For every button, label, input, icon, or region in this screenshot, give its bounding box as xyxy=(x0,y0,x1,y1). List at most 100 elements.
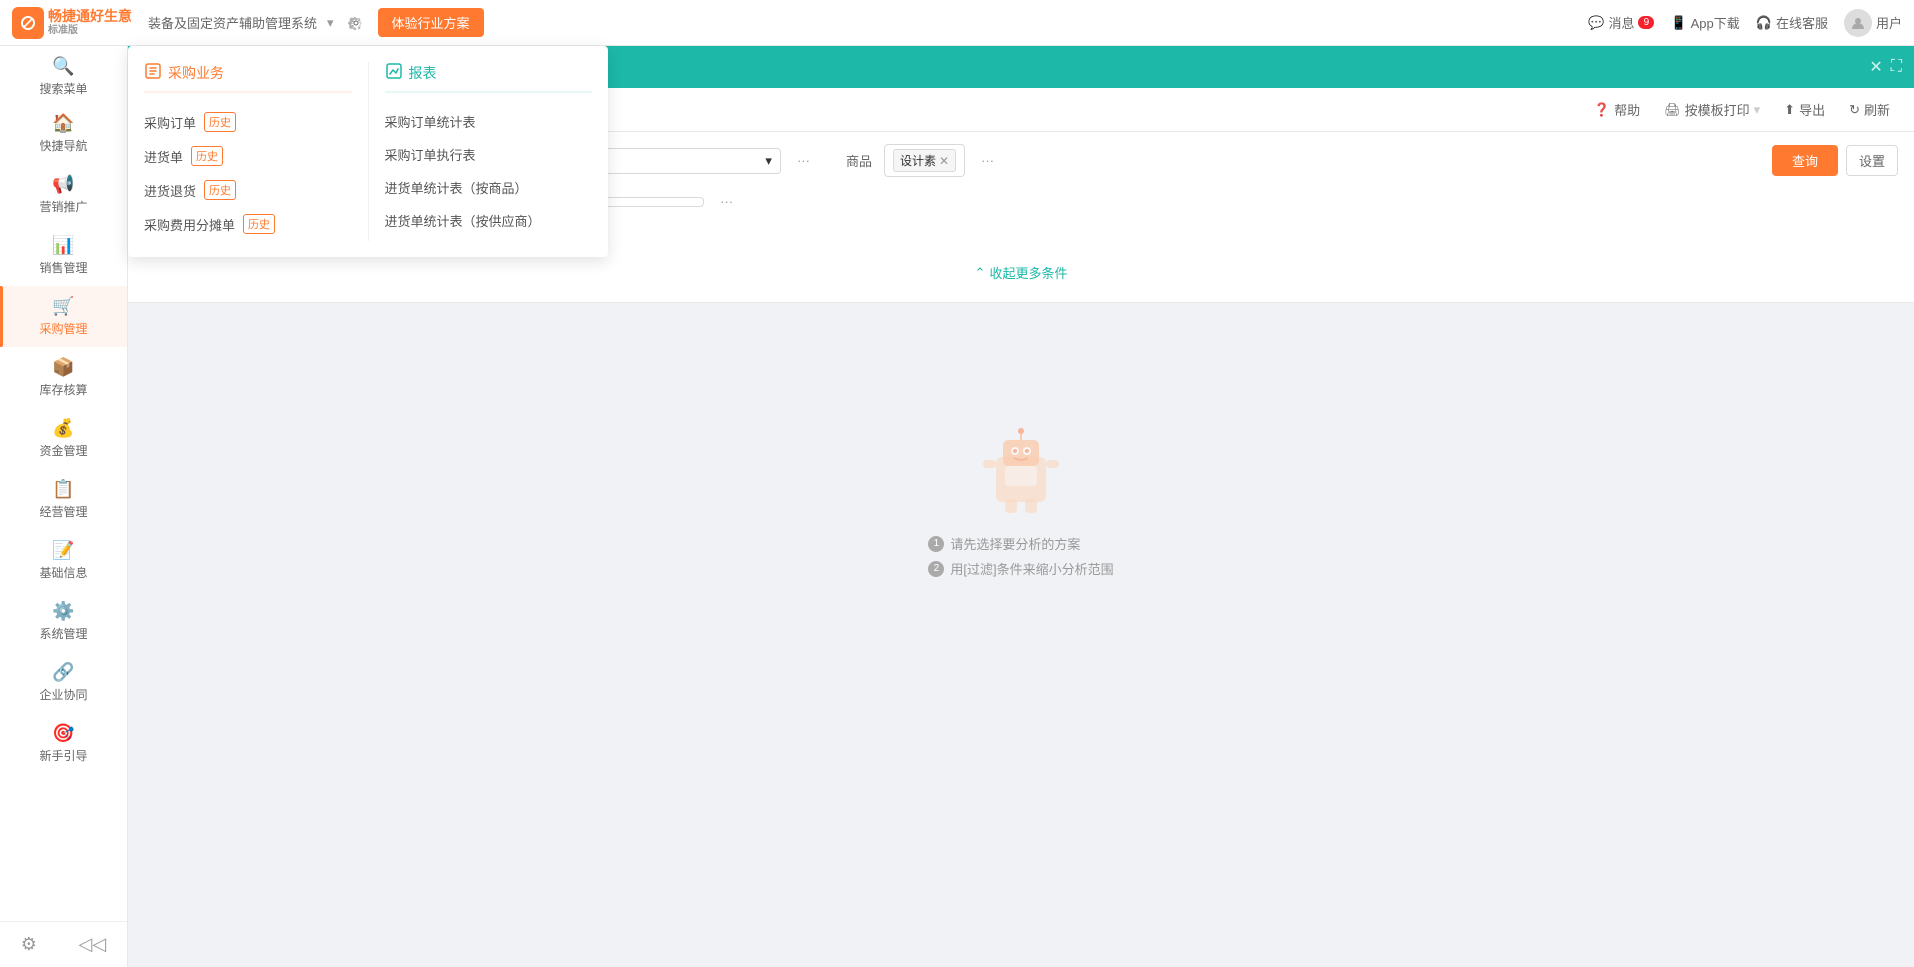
empty-state: 1 请先选择要分析的方案 2 用[过滤]条件来缩小分析范围 xyxy=(128,303,1914,703)
user-label: 用户 xyxy=(1876,13,1902,32)
print-arrow-icon[interactable]: ▾ xyxy=(1754,102,1761,118)
empty-hints: 1 请先选择要分析的方案 2 用[过滤]条件来缩小分析范围 xyxy=(928,534,1113,584)
export-button[interactable]: ⬆ 导出 xyxy=(1776,96,1833,123)
refresh-button[interactable]: ↻ 刷新 xyxy=(1841,96,1898,123)
sidebar-item-system[interactable]: ⚙️ 系统管理 xyxy=(0,591,127,652)
tab-expand-button[interactable]: ⛶ xyxy=(1891,58,1902,76)
sidebar-item-finance[interactable]: 💰 资金管理 xyxy=(0,408,127,469)
system-icon: ⚙️ xyxy=(52,601,74,622)
print-icon: 🖨 xyxy=(1664,102,1681,118)
refresh-label: 刷新 xyxy=(1864,100,1890,119)
menu-item-receipt-by-goods-label: 进货单统计表（按商品） xyxy=(385,178,528,197)
sidebar-item-guide[interactable]: 🎯 新手引导 xyxy=(0,713,127,774)
empty-illustration xyxy=(961,422,1081,522)
sidebar-item-inventory[interactable]: 📦 库存核算 xyxy=(0,347,127,408)
menu-item-order-exec[interactable]: 采购订单执行表 xyxy=(385,138,593,171)
menu-item-order-stats[interactable]: 采购订单统计表 xyxy=(385,105,593,138)
menu-item-purchase-order-label: 采购订单 xyxy=(144,113,196,132)
empty-hint-1: 1 请先选择要分析的方案 xyxy=(928,534,1113,553)
operation-icon: 📋 xyxy=(52,479,74,500)
user-avatar xyxy=(1844,9,1872,37)
print-button[interactable]: 🖨 按模板打印 ▾ xyxy=(1656,96,1768,123)
industry-button[interactable]: 体验行业方案 xyxy=(378,8,484,37)
purchase-cost-badge: 历史 xyxy=(243,214,275,234)
help-button[interactable]: ❓ 帮助 xyxy=(1586,96,1648,123)
user-button[interactable]: 用户 xyxy=(1844,9,1902,37)
menu-divider xyxy=(368,62,369,241)
settings-footer-button[interactable]: ⚙ xyxy=(21,934,37,955)
purchase-receipt-badge: 历史 xyxy=(191,146,223,166)
goods-tag-close-icon[interactable]: ✕ xyxy=(939,154,949,168)
sidebar-item-operation[interactable]: 📋 经营管理 xyxy=(0,469,127,530)
sidebar-item-search[interactable]: 🔍 搜索菜单 xyxy=(0,46,127,103)
purchase-menu-section: 采购业务 采购订单 历史 进货单 历史 进货退货 历史 采购费用分摊单 历史 xyxy=(144,62,352,241)
print-label: 按模板打印 xyxy=(1685,100,1750,119)
salesperson-dots[interactable]: ··· xyxy=(716,194,737,209)
sidebar-item-quick-nav[interactable]: 🏠 快捷导航 xyxy=(0,103,127,164)
collapse-label: 收起更多条件 xyxy=(989,263,1067,282)
order-status-dots[interactable]: ··· xyxy=(793,153,814,168)
dropdown-arrow-icon[interactable]: ▾ xyxy=(327,15,334,31)
menu-item-order-stats-label: 采购订单统计表 xyxy=(385,112,476,131)
phone-icon: 📱 xyxy=(1670,15,1686,31)
sidebar-item-basic[interactable]: 📝 基础信息 xyxy=(0,530,127,591)
logo-area: 畅捷通好生意 标准版 xyxy=(12,7,132,39)
menu-item-purchase-cost-label: 采购费用分摊单 xyxy=(144,215,235,234)
sidebar-footer: ⚙ ◁◁ xyxy=(0,921,127,967)
sidebar-item-purchase[interactable]: 🛒 采购管理 xyxy=(0,286,127,347)
sidebar-item-operation-label: 经营管理 xyxy=(39,503,87,520)
system-title: 装备及固定资产辅助管理系统 xyxy=(148,13,317,32)
hint2-dot: 2 xyxy=(928,561,944,577)
headset-icon: 🎧 xyxy=(1756,15,1772,31)
query-button[interactable]: 查询 xyxy=(1772,145,1838,176)
top-bar-right: 💬 消息 9 📱 App下载 🎧 在线客服 用户 xyxy=(1588,9,1902,37)
help-icon: ❓ xyxy=(1594,102,1610,118)
sidebar-item-sales[interactable]: 📊 销售管理 xyxy=(0,225,127,286)
app-download-button[interactable]: 📱 App下载 xyxy=(1670,13,1739,32)
basic-icon: 📝 xyxy=(52,540,74,561)
order-status-arrow: ▾ xyxy=(765,153,772,169)
sidebar-item-cooperation[interactable]: 🔗 企业协同 xyxy=(0,652,127,713)
sidebar-item-purchase-label: 采购管理 xyxy=(39,320,87,337)
collapse-button[interactable]: ⌃ 收起更多条件 xyxy=(144,255,1898,290)
menu-item-receipt-by-supplier-label: 进货单统计表（按供应商） xyxy=(385,211,541,230)
sidebar-item-guide-label: 新手引导 xyxy=(39,747,87,764)
menu-item-purchase-return-label: 进货退货 xyxy=(144,181,196,200)
menu-item-purchase-receipt[interactable]: 进货单 历史 xyxy=(144,139,352,173)
export-label: 导出 xyxy=(1799,100,1825,119)
order-status-select[interactable]: ▾ xyxy=(581,148,781,174)
sidebar-item-inventory-label: 库存核算 xyxy=(39,381,87,398)
finance-icon: 💰 xyxy=(52,418,74,439)
menu-item-purchase-order[interactable]: 采购订单 历史 xyxy=(144,105,352,139)
menu-item-receipt-by-supplier[interactable]: 进货单统计表（按供应商） xyxy=(385,204,593,237)
logo-main: 畅捷通好生意 xyxy=(48,8,132,25)
sidebar-item-search-label: 搜索菜单 xyxy=(39,80,87,97)
app-container: 畅捷通好生意 标准版 装备及固定资产辅助管理系统 ▾ 体验行业方案 💬 消息 9 xyxy=(0,0,1914,967)
goods-input[interactable]: 设计素 ✕ xyxy=(884,144,965,177)
sidebar-item-system-label: 系统管理 xyxy=(39,625,87,642)
export-icon: ⬆ xyxy=(1784,102,1795,118)
collapse-sidebar-button[interactable]: ◁◁ xyxy=(79,934,107,955)
menu-item-purchase-cost[interactable]: 采购费用分摊单 历史 xyxy=(144,207,352,241)
sidebar-item-cooperation-label: 企业协同 xyxy=(39,686,87,703)
sidebar-item-sales-label: 销售管理 xyxy=(39,259,87,276)
purchase-return-badge: 历史 xyxy=(204,180,236,200)
goods-dots[interactable]: ··· xyxy=(977,153,998,168)
setting-button[interactable]: 设置 xyxy=(1846,145,1898,176)
menu-item-purchase-return[interactable]: 进货退货 历史 xyxy=(144,173,352,207)
sidebar-item-marketing[interactable]: 📢 营销推广 xyxy=(0,164,127,225)
sidebar-item-quick-nav-label: 快捷导航 xyxy=(39,137,87,154)
message-button[interactable]: 💬 消息 9 xyxy=(1588,13,1654,32)
gear-button[interactable] xyxy=(342,9,370,37)
active-indicator xyxy=(0,286,3,347)
online-service-button[interactable]: 🎧 在线客服 xyxy=(1756,13,1828,32)
search-icon: 🔍 xyxy=(52,56,74,77)
menu-item-order-exec-label: 采购订单执行表 xyxy=(385,145,476,164)
sidebar-item-basic-label: 基础信息 xyxy=(39,564,87,581)
tab-close-all-button[interactable]: ✕ xyxy=(1869,57,1882,77)
purchase-dropdown-menu: 采购业务 采购订单 历史 进货单 历史 进货退货 历史 采购费用分摊单 历史 xyxy=(128,46,608,257)
action-buttons: 查询 设置 xyxy=(1772,145,1898,176)
reports-menu-icon xyxy=(385,62,403,83)
menu-item-receipt-by-goods[interactable]: 进货单统计表（按商品） xyxy=(385,171,593,204)
online-service-label: 在线客服 xyxy=(1776,13,1828,32)
